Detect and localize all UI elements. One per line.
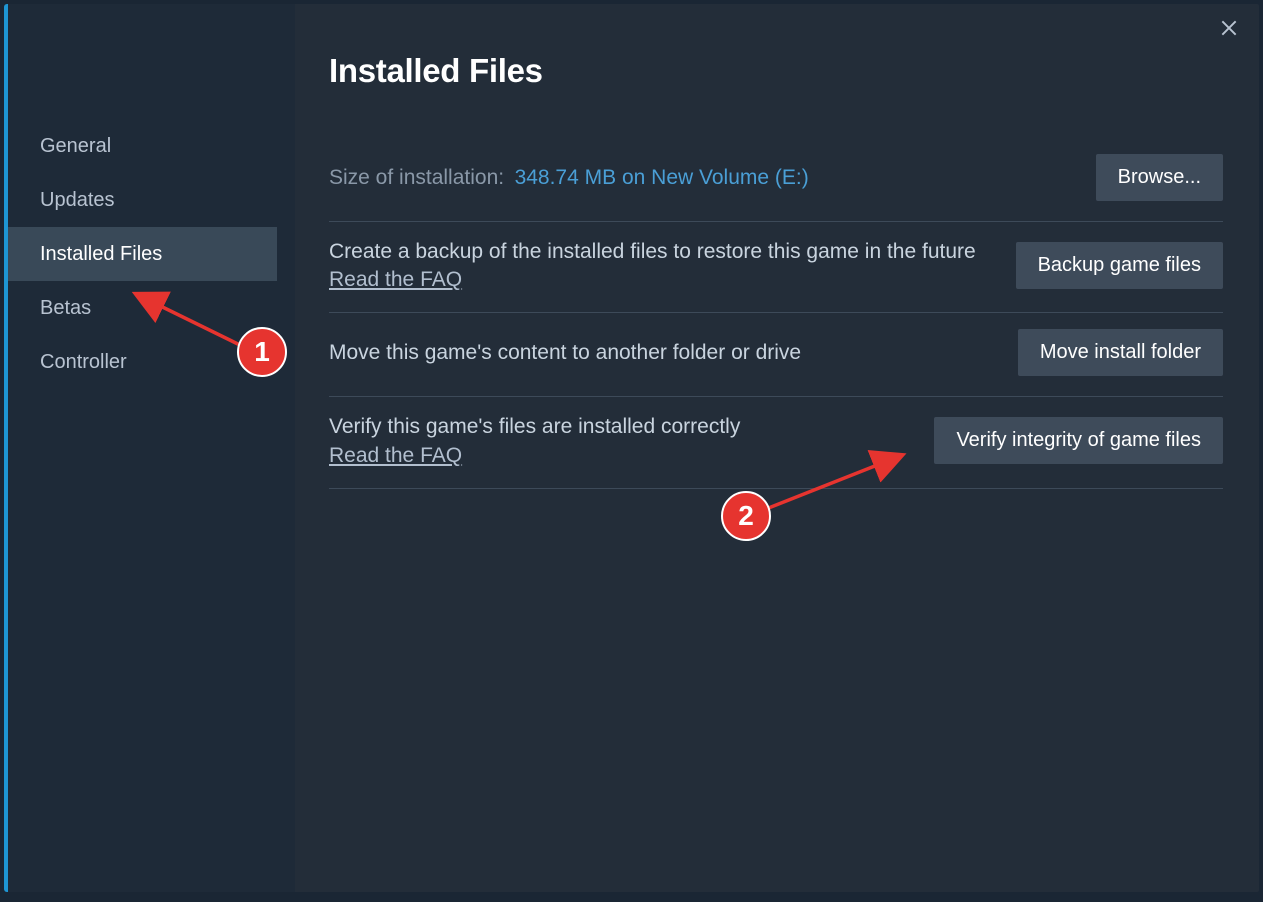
sidebar: General Updates Installed Files Betas Co… xyxy=(4,4,295,892)
move-description: Move this game's content to another fold… xyxy=(329,339,988,367)
verify-button[interactable]: Verify integrity of game files xyxy=(934,417,1223,464)
backup-description: Create a backup of the installed files t… xyxy=(329,238,986,266)
move-section: Move this game's content to another fold… xyxy=(329,313,1223,397)
size-section: Size of installation: 348.74 MB on New V… xyxy=(329,138,1223,222)
sidebar-item-installed-files[interactable]: Installed Files xyxy=(8,227,277,281)
browse-button[interactable]: Browse... xyxy=(1096,154,1223,201)
sidebar-item-updates[interactable]: Updates xyxy=(8,173,295,227)
properties-dialog: General Updates Installed Files Betas Co… xyxy=(4,4,1259,892)
verify-section: Verify this game's files are installed c… xyxy=(329,397,1223,488)
main-panel: Installed Files Size of installation: 34… xyxy=(295,4,1259,892)
sidebar-item-general[interactable]: General xyxy=(8,119,295,173)
size-label: Size of installation: xyxy=(329,166,504,189)
verify-faq-link[interactable]: Read the FAQ xyxy=(329,444,462,468)
verify-description: Verify this game's files are installed c… xyxy=(329,413,904,441)
page-title: Installed Files xyxy=(329,52,1223,90)
sidebar-item-controller[interactable]: Controller xyxy=(8,335,295,389)
close-icon xyxy=(1219,18,1239,43)
backup-button[interactable]: Backup game files xyxy=(1016,242,1223,289)
backup-section: Create a backup of the installed files t… xyxy=(329,222,1223,313)
close-button[interactable] xyxy=(1217,18,1241,42)
size-value: 348.74 MB on New Volume (E:) xyxy=(515,166,809,189)
sidebar-item-betas[interactable]: Betas xyxy=(8,281,295,335)
backup-faq-link[interactable]: Read the FAQ xyxy=(329,268,462,292)
move-button[interactable]: Move install folder xyxy=(1018,329,1223,376)
